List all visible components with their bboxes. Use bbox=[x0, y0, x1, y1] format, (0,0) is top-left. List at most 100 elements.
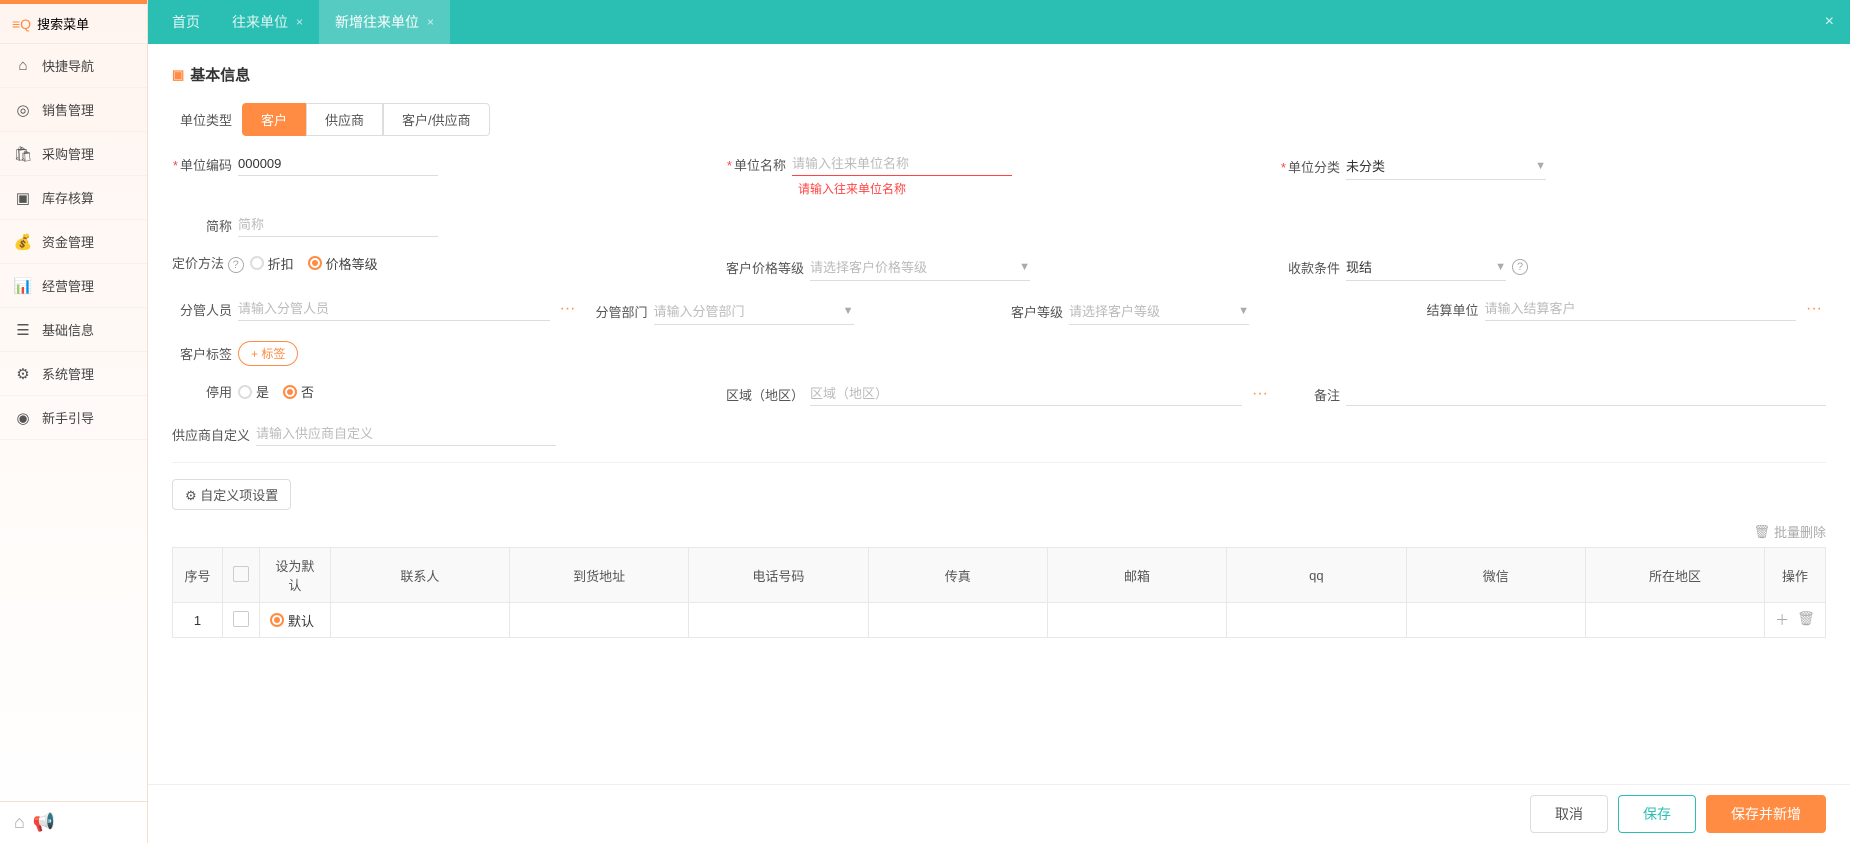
unit-type-both[interactable]: 客户/供应商 bbox=[383, 103, 490, 136]
sidebar-search[interactable]: ≡Q 搜索菜单 bbox=[0, 4, 147, 44]
settlement-unit-input[interactable] bbox=[1485, 297, 1797, 320]
fax-input[interactable] bbox=[879, 613, 1037, 628]
table-col-header: 所在地区 bbox=[1585, 548, 1764, 603]
sidebar-item-quick-nav[interactable]: ⌂ 快捷导航 bbox=[0, 44, 147, 88]
payment-help-icon[interactable]: ? bbox=[1512, 259, 1528, 275]
custom-settings-btn[interactable]: ⚙ 自定义项设置 bbox=[172, 479, 291, 510]
manager-more-btn[interactable]: ··· bbox=[556, 300, 580, 318]
unit-code-input[interactable] bbox=[238, 152, 438, 176]
disabled-yes-radio bbox=[238, 385, 252, 399]
department-select[interactable]: 请输入分管部门 ▼ bbox=[654, 297, 854, 325]
pricing-price-level-radio bbox=[308, 256, 322, 270]
chevron-down-icon: ▼ bbox=[1495, 261, 1506, 273]
batch-delete-label[interactable]: 批量删除 bbox=[1774, 522, 1826, 541]
customer-level-label: 客户等级 bbox=[1003, 302, 1063, 321]
abbr-label: 简称 bbox=[172, 216, 232, 235]
search-icon: ≡Q bbox=[12, 16, 31, 32]
tags-label: 客户标签 bbox=[172, 344, 232, 363]
sidebar-item-system[interactable]: ⚙ 系统管理 bbox=[0, 352, 147, 396]
disabled-yes[interactable]: 是 bbox=[238, 382, 269, 401]
abbr-input[interactable] bbox=[238, 213, 438, 237]
purchase-icon: 🛍 bbox=[14, 145, 32, 163]
close-all-tabs[interactable]: × bbox=[1817, 9, 1842, 35]
table-col-header: 传真 bbox=[868, 548, 1047, 603]
unit-category-select[interactable]: 未分类 ▼ bbox=[1346, 152, 1546, 180]
qq-input[interactable] bbox=[1237, 613, 1395, 628]
wechat-input[interactable] bbox=[1417, 613, 1575, 628]
batch-delete-area: 🗑 批量删除 bbox=[172, 522, 1826, 541]
supplier-custom-input[interactable] bbox=[256, 422, 556, 446]
home-icon: ⌂ bbox=[14, 812, 25, 833]
sidebar-search-label: 搜索菜单 bbox=[37, 14, 89, 33]
sidebar-items: ⌂ 快捷导航 ◎ 销售管理 🛍 采购管理 ▣ 库存核算 💰 资金管理 📊 经营管… bbox=[0, 44, 147, 440]
contact-input[interactable] bbox=[341, 613, 499, 628]
address-input[interactable] bbox=[520, 613, 678, 628]
unit-name-input[interactable] bbox=[792, 152, 1012, 176]
customer-level-select[interactable]: 请选择客户等级 ▼ bbox=[1069, 297, 1249, 325]
table-col-header: 操作 bbox=[1765, 548, 1826, 603]
save-and-new-button[interactable]: 保存并新增 bbox=[1706, 795, 1826, 833]
customer-price-level-label: 客户价格等级 bbox=[726, 258, 804, 277]
sidebar-item-basic[interactable]: ☰ 基础信息 bbox=[0, 308, 147, 352]
row-actions: ＋ 🗑 bbox=[1765, 603, 1826, 638]
pricing-price-level[interactable]: 价格等级 bbox=[308, 254, 378, 273]
save-button[interactable]: 保存 bbox=[1618, 795, 1696, 833]
table-col-header: 邮箱 bbox=[1047, 548, 1226, 603]
tab-partner[interactable]: 往来单位 × bbox=[216, 0, 319, 44]
manager-input[interactable] bbox=[238, 297, 398, 320]
row-qq bbox=[1227, 603, 1406, 638]
sidebar-item-operations[interactable]: 📊 经营管理 bbox=[0, 264, 147, 308]
tab-new-partner[interactable]: 新增往来单位 × bbox=[319, 0, 450, 44]
table-col-header: 微信 bbox=[1406, 548, 1585, 603]
pricing-method-field: 定价方法 ? 折扣 价格等级 bbox=[172, 253, 718, 273]
manager-field: 分管人员 ··· bbox=[172, 297, 580, 321]
sidebar-item-guide[interactable]: ◉ 新手引导 bbox=[0, 396, 147, 440]
disabled-no[interactable]: 否 bbox=[283, 382, 314, 401]
manager-row: 分管人员 ··· 分管部门 请输入分管部门 ▼ 客户等级 请选择客户等级 ▼ bbox=[172, 297, 1826, 325]
add-tag-btn[interactable]: + 标签 bbox=[238, 341, 298, 366]
add-row-icon[interactable]: ＋ bbox=[1775, 610, 1789, 630]
row-checkbox bbox=[223, 603, 260, 638]
sidebar-item-inventory[interactable]: ▣ 库存核算 bbox=[0, 176, 147, 220]
tab-partner-close[interactable]: × bbox=[296, 15, 303, 29]
tab-home[interactable]: 首页 bbox=[156, 0, 216, 44]
payment-terms-select[interactable]: 现结 ▼ bbox=[1346, 253, 1506, 281]
tags-field: 客户标签 + 标签 bbox=[172, 341, 1826, 366]
region-input[interactable] bbox=[1596, 613, 1754, 628]
select-all-checkbox[interactable] bbox=[233, 566, 249, 582]
unit-category-value: 未分类 bbox=[1346, 156, 1531, 175]
remark-input[interactable] bbox=[1346, 382, 1826, 405]
abbr-field: 简称 bbox=[172, 213, 1826, 237]
pricing-row: 定价方法 ? 折扣 价格等级 bbox=[172, 253, 1826, 281]
disabled-radio-group: 是 否 bbox=[238, 382, 314, 401]
department-label: 分管部门 bbox=[588, 302, 648, 321]
row-default: 默认 bbox=[260, 603, 331, 638]
unit-type-customer[interactable]: 客户 bbox=[242, 103, 306, 136]
pricing-label: 定价方法 ? bbox=[172, 253, 244, 273]
finance-icon: 💰 bbox=[14, 233, 32, 251]
section-title-icon: ▣ bbox=[172, 67, 184, 83]
customer-price-level-select[interactable]: 请选择客户价格等级 ▼ bbox=[810, 253, 1030, 281]
pricing-help-icon[interactable]: ? bbox=[228, 257, 244, 273]
chevron-down-icon: ▼ bbox=[1535, 160, 1546, 172]
inventory-icon: ▣ bbox=[14, 189, 32, 207]
table-body: 1 默认 ＋ 🗑 bbox=[173, 603, 1826, 638]
delete-row-icon[interactable]: 🗑 bbox=[1797, 610, 1815, 630]
table-col-header: qq bbox=[1227, 548, 1406, 603]
settlement-more-btn[interactable]: ··· bbox=[1802, 300, 1826, 318]
email-input[interactable] bbox=[1058, 613, 1216, 628]
pricing-discount[interactable]: 折扣 bbox=[250, 254, 294, 273]
region-more-btn[interactable]: ··· bbox=[1248, 385, 1272, 403]
row-wechat bbox=[1406, 603, 1585, 638]
disabled-field: 停用 是 否 bbox=[172, 382, 718, 401]
cancel-button[interactable]: 取消 bbox=[1530, 795, 1608, 833]
phone-input[interactable] bbox=[699, 613, 857, 628]
table-row: 1 默认 ＋ 🗑 bbox=[173, 603, 1826, 638]
row-address bbox=[510, 603, 689, 638]
sidebar-item-sales[interactable]: ◎ 销售管理 bbox=[0, 88, 147, 132]
unit-type-supplier[interactable]: 供应商 bbox=[306, 103, 383, 136]
sidebar-item-purchase[interactable]: 🛍 采购管理 bbox=[0, 132, 147, 176]
region-input[interactable] bbox=[810, 382, 1242, 405]
sidebar-item-finance[interactable]: 💰 资金管理 bbox=[0, 220, 147, 264]
tab-new-partner-close[interactable]: × bbox=[427, 15, 434, 29]
